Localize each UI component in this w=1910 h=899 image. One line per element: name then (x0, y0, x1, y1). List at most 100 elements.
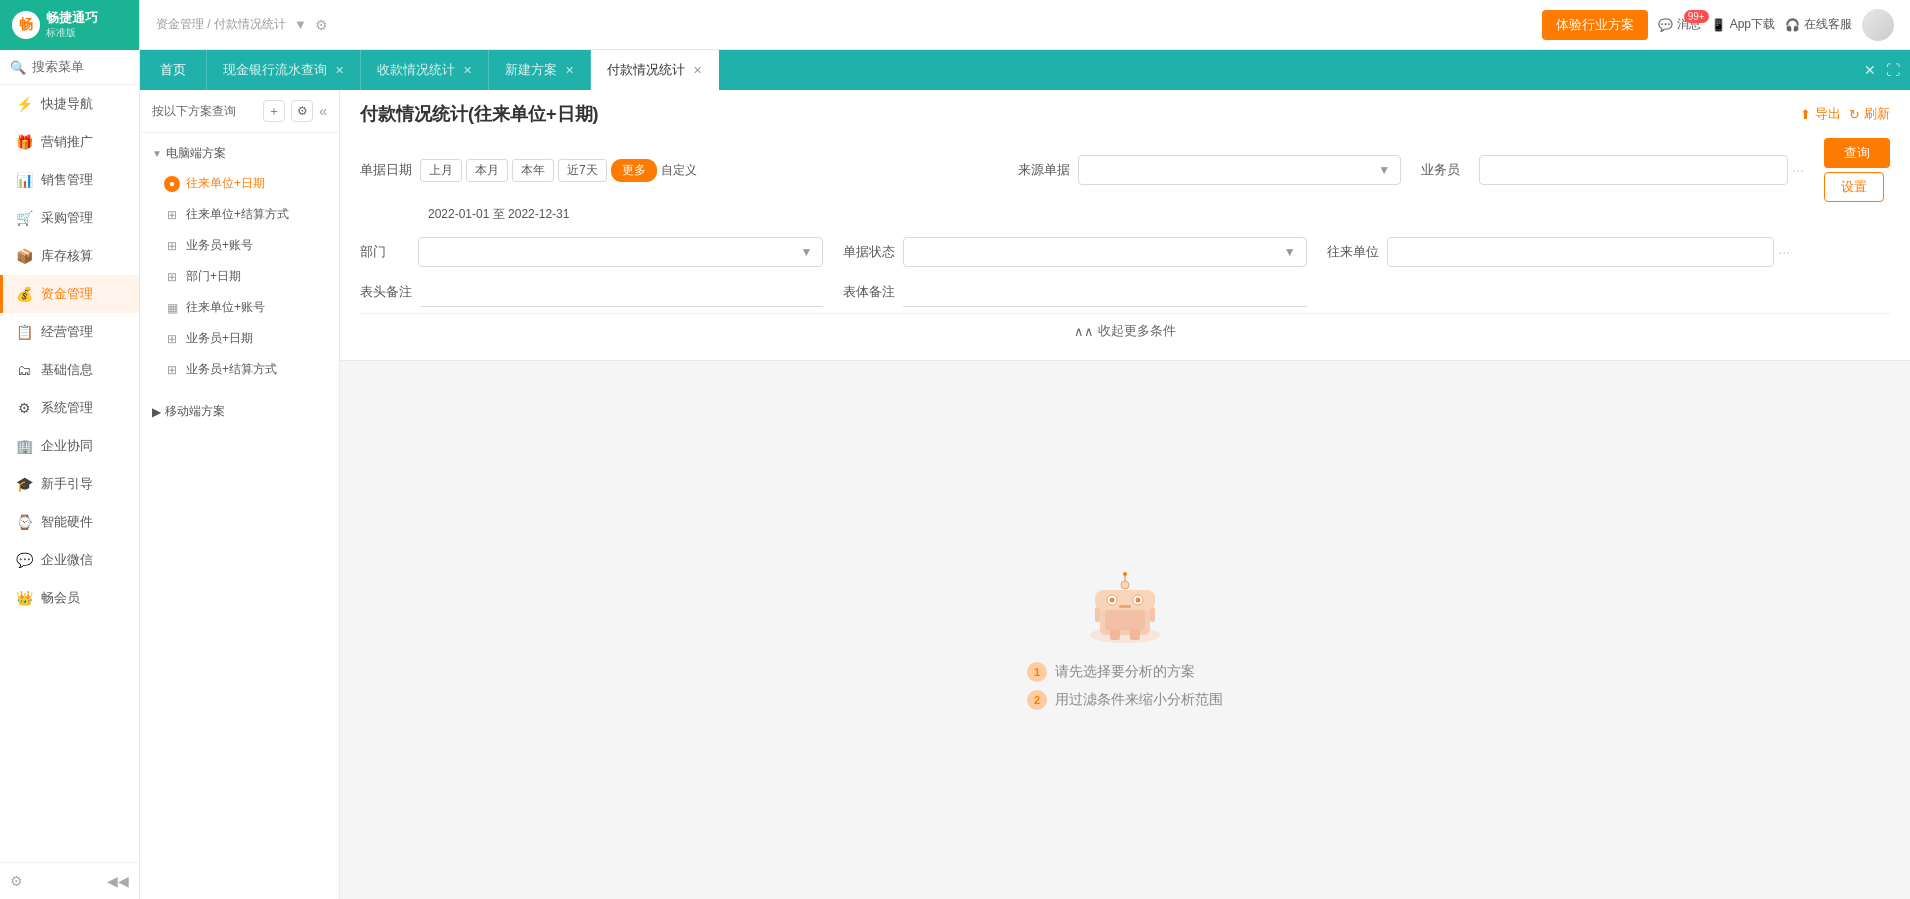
empty-robot-icon (1075, 550, 1175, 650)
tab-receipt-close[interactable]: ✕ (463, 64, 472, 77)
scheme-staff-settle[interactable]: ⊞ 业务员+结算方式 (140, 354, 339, 385)
gear-icon: ⚙ (15, 399, 33, 417)
table-icon-5: ⊞ (164, 362, 180, 378)
refresh-icon: ↻ (1849, 107, 1860, 122)
svg-rect-12 (1130, 630, 1140, 640)
settings-display-btn[interactable]: 设置 (1824, 172, 1884, 202)
sidebar-item-operation[interactable]: 📋 经营管理 (0, 313, 139, 351)
scheme-dept-date[interactable]: ⊞ 部门+日期 (140, 261, 339, 292)
counterpart-more-btn[interactable]: ··· (1778, 244, 1790, 260)
this-month-btn[interactable]: 本月 (466, 159, 508, 182)
source-select[interactable]: ▼ (1078, 155, 1401, 185)
scheme-counterpart-date[interactable]: ● 往来单位+日期 (140, 168, 339, 199)
message-btn[interactable]: 💬 消息 99+ (1658, 16, 1701, 33)
sidebar-item-member[interactable]: 👑 畅会员 (0, 579, 139, 617)
scheme-staff-account[interactable]: ⊞ 业务员+账号 (140, 230, 339, 261)
message-icon: 💬 (1658, 18, 1673, 32)
scheme-counterpart-settle[interactable]: ⊞ 往来单位+结算方式 (140, 199, 339, 230)
experience-btn[interactable]: 体验行业方案 (1542, 10, 1648, 40)
export-icon: ⬆ (1800, 107, 1811, 122)
manage-scheme-btn[interactable]: ⚙ (291, 100, 313, 122)
sidebar-item-purchase[interactable]: 🛒 采购管理 (0, 199, 139, 237)
sidebar-footer: ⚙ ◀◀ (0, 862, 139, 899)
query-btn[interactable]: 查询 (1824, 138, 1890, 168)
this-year-btn[interactable]: 本年 (512, 159, 554, 182)
logo-icon: 畅 (12, 11, 40, 39)
scheme-staff-date[interactable]: ⊞ 业务员+日期 (140, 323, 339, 354)
shortcut-icon: ⚡ (15, 95, 33, 113)
empty-tip-1: 1 请先选择要分析的方案 (1027, 662, 1223, 682)
collapse-more-btn[interactable]: ∧∧ 收起更多条件 (360, 313, 1890, 348)
settings-footer-icon[interactable]: ⚙ (10, 873, 23, 889)
svg-point-15 (1123, 572, 1127, 576)
tip1-num: 1 (1027, 662, 1047, 682)
last-7days-btn[interactable]: 近7天 (558, 159, 607, 182)
sidebar-item-sales[interactable]: 📊 销售管理 (0, 161, 139, 199)
custom-date-btn[interactable]: 自定义 (661, 162, 697, 179)
collapse-up-icon: ∧∧ (1074, 324, 1094, 339)
chat-icon: 💬 (15, 551, 33, 569)
tab-payment[interactable]: 付款情况统计 ✕ (591, 50, 719, 90)
svg-rect-2 (1105, 610, 1145, 630)
header-note-input[interactable] (420, 277, 823, 307)
sidebar-item-system[interactable]: ⚙ 系统管理 (0, 389, 139, 427)
sidebar-item-basic[interactable]: 🗂 基础信息 (0, 351, 139, 389)
online-service-btn[interactable]: 🎧 在线客服 (1785, 16, 1852, 33)
sidebar-item-marketing[interactable]: 🎁 营销推广 (0, 123, 139, 161)
left-panel-header: 按以下方案查询 ＋ ⚙ « (140, 90, 339, 133)
export-btn[interactable]: ⬆ 导出 (1800, 105, 1841, 123)
more-date-btn[interactable]: 更多 (611, 159, 657, 182)
salesman-more-btn[interactable]: ··· (1792, 162, 1804, 178)
right-panel: 付款情况统计(往来单位+日期) ⬆ 导出 ↻ 刷新 (340, 90, 1910, 899)
tab-bar: 首页 现金银行流水查询 ✕ 收款情况统计 ✕ 新建方案 ✕ 付款情况统计 ✕ ✕… (140, 50, 1910, 90)
tab-payment-close[interactable]: ✕ (693, 64, 702, 77)
sidebar-item-capital[interactable]: 💰 资金管理 (0, 275, 139, 313)
docstatus-select-arrow: ▼ (1284, 245, 1296, 259)
desktop-scheme-group: ▼ 电脑端方案 ● 往来单位+日期 ⊞ 往来单位+结算方式 ⊞ 业务员+账号 ⊞ (140, 133, 339, 391)
tab-home[interactable]: 首页 (140, 50, 207, 90)
table-icon-3: ⊞ (164, 269, 180, 285)
breadcrumb-dropdown-icon[interactable]: ▼ (294, 17, 307, 32)
tab-new-scheme-close[interactable]: ✕ (565, 64, 574, 77)
salesman-select[interactable] (1479, 155, 1788, 185)
search-menu[interactable]: 🔍 搜索菜单 (0, 50, 139, 85)
desktop-group-title[interactable]: ▼ 电脑端方案 (140, 139, 339, 168)
breadcrumb: 资金管理 / 付款情况统计 (156, 16, 286, 33)
settings-header-icon[interactable]: ⚙ (315, 17, 328, 33)
dept-select-arrow: ▼ (800, 245, 812, 259)
sidebar-item-shortcut[interactable]: ⚡ 快捷导航 (0, 85, 139, 123)
svg-point-6 (1110, 598, 1115, 603)
collapse-sidebar-icon[interactable]: ◀◀ (107, 873, 129, 889)
counterpart-select[interactable] (1387, 237, 1775, 267)
user-avatar[interactable] (1862, 9, 1894, 41)
tab-new-scheme[interactable]: 新建方案 ✕ (489, 50, 591, 90)
last-month-btn[interactable]: 上月 (420, 159, 462, 182)
logo-text: 畅捷通巧 标准版 (46, 10, 98, 40)
sidebar-item-enterprise[interactable]: 🏢 企业协同 (0, 427, 139, 465)
graduation-icon: 🎓 (15, 475, 33, 493)
table-icon-1: ⊞ (164, 207, 180, 223)
sidebar-item-newbie[interactable]: 🎓 新手引导 (0, 465, 139, 503)
dept-select[interactable]: ▼ (418, 237, 823, 267)
sidebar-item-wechat[interactable]: 💬 企业微信 (0, 541, 139, 579)
mobile-group-title[interactable]: ▶ 移动端方案 (140, 397, 339, 426)
tab-close-all-icon[interactable]: ✕ (1864, 62, 1876, 78)
tab-bank[interactable]: 现金银行流水查询 ✕ (207, 50, 361, 90)
body-note-input[interactable] (903, 277, 1306, 307)
refresh-btn[interactable]: ↻ 刷新 (1849, 105, 1890, 123)
sidebar-logo: 畅 畅捷通巧 标准版 (0, 0, 139, 50)
docstatus-label: 单据状态 (843, 243, 895, 261)
tip1-text: 请先选择要分析的方案 (1055, 663, 1195, 681)
date-range-display: 2022-01-01 至 2022-12-31 (428, 207, 569, 221)
tab-bank-close[interactable]: ✕ (335, 64, 344, 77)
sidebar-item-inventory[interactable]: 📦 库存核算 (0, 237, 139, 275)
app-download-btn[interactable]: 📱 App下载 (1711, 16, 1775, 33)
left-panel-collapse-btn[interactable]: « (319, 103, 327, 119)
svg-rect-8 (1119, 605, 1131, 608)
sidebar-item-hardware[interactable]: ⌚ 智能硬件 (0, 503, 139, 541)
tab-maximize-icon[interactable]: ⛶ (1886, 62, 1900, 78)
tab-receipt[interactable]: 收款情况统计 ✕ (361, 50, 489, 90)
scheme-counterpart-account[interactable]: ▦ 往来单位+账号 (140, 292, 339, 323)
add-scheme-btn[interactable]: ＋ (263, 100, 285, 122)
docstatus-select[interactable]: ▼ (903, 237, 1306, 267)
